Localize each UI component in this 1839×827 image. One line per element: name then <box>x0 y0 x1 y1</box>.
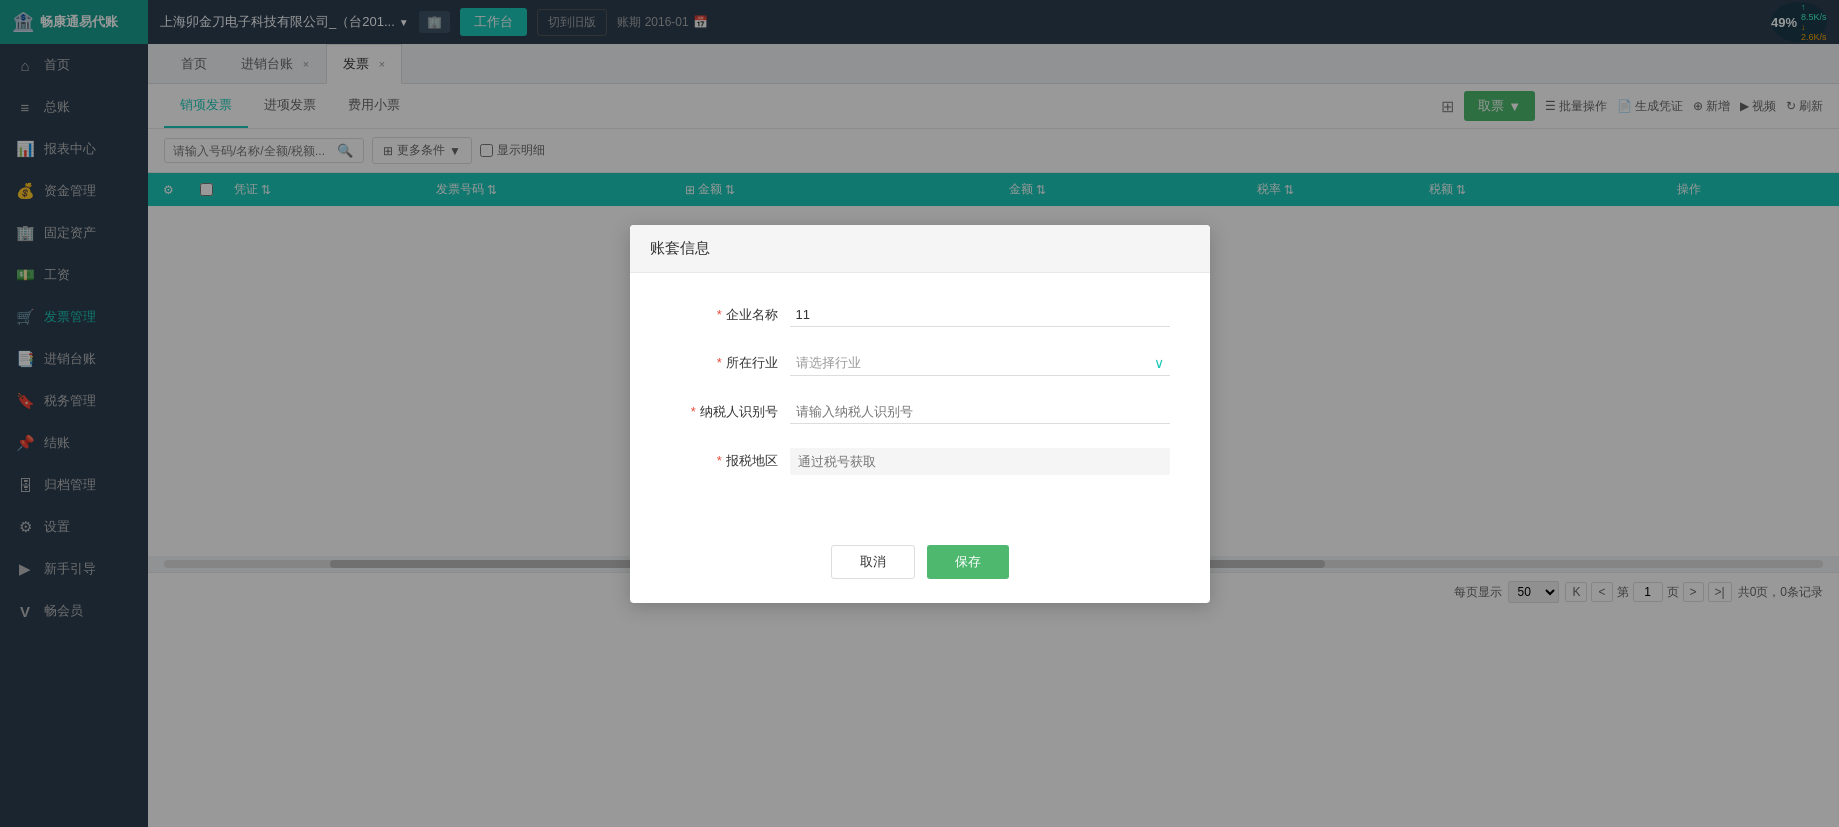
save-button[interactable]: 保存 <box>927 545 1009 579</box>
modal-title: 账套信息 <box>630 225 1210 273</box>
form-row-tax-id: * 纳税人识别号 <box>670 400 1170 424</box>
form-row-tax-region: * 报税地区 <box>670 448 1170 475</box>
form-row-industry: * 所在行业 请选择行业 ∨ <box>670 351 1170 376</box>
company-label: * 企业名称 <box>670 306 790 324</box>
industry-select-wrapper[interactable]: 请选择行业 ∨ <box>790 351 1170 376</box>
modal-body: * 企业名称 * 所在行业 请选择行业 ∨ <box>630 273 1210 529</box>
company-name-input[interactable] <box>790 303 1170 327</box>
modal-overlay[interactable]: 账套信息 * 企业名称 * 所在行业 请选择行业 <box>0 0 1839 827</box>
industry-dropdown-icon: ∨ <box>1154 355 1164 371</box>
form-row-company: * 企业名称 <box>670 303 1170 327</box>
modal-footer: 取消 保存 <box>630 529 1210 603</box>
industry-select[interactable]: 请选择行业 <box>796 355 1154 370</box>
tax-region-input <box>790 448 1170 475</box>
cancel-button[interactable]: 取消 <box>831 545 915 579</box>
tax-id-input[interactable] <box>790 400 1170 424</box>
tax-id-label: * 纳税人识别号 <box>670 403 790 421</box>
tax-region-label: * 报税地区 <box>670 452 790 470</box>
industry-label: * 所在行业 <box>670 354 790 372</box>
account-info-modal: 账套信息 * 企业名称 * 所在行业 请选择行业 <box>630 225 1210 603</box>
